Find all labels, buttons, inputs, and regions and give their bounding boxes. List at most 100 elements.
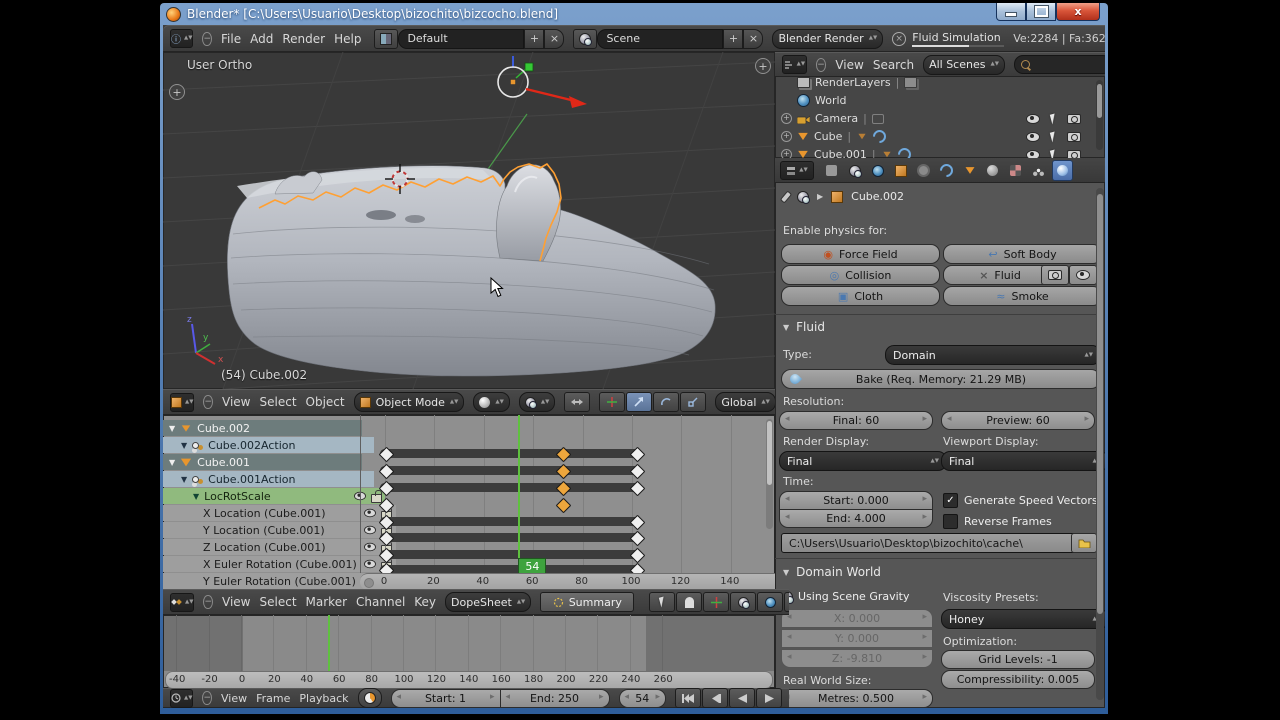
tab-world[interactable]	[868, 161, 887, 180]
keyframe-range-bar[interactable]	[380, 516, 642, 526]
fluid-type-dropdown[interactable]: Domain ▲▼	[885, 345, 1101, 365]
compressibility-slider[interactable]: Compressibility: 0.005	[941, 670, 1095, 689]
menu-select[interactable]: Select	[260, 395, 297, 409]
scene-icon[interactable]	[573, 28, 598, 49]
browse-folder-button[interactable]	[1071, 533, 1097, 553]
metres-slider[interactable]: ◂Metres: 0.500▸	[779, 689, 933, 708]
current-frame-line[interactable]	[328, 615, 331, 671]
selectable-arrow-icon[interactable]	[1049, 131, 1058, 142]
filter-scene-button[interactable]	[730, 592, 757, 612]
mode-dropdown[interactable]: Object Mode ▲▼	[353, 392, 465, 412]
time-start-slider[interactable]: ◂ Start: 0.000 ▸	[779, 491, 933, 510]
channel-group[interactable]: ▼ LocRotScale	[163, 488, 386, 504]
visibility-eye-icon[interactable]	[1026, 113, 1040, 124]
selectable-arrow-icon[interactable]	[1049, 149, 1058, 158]
render-display-dropdown[interactable]: Final ▲▼	[779, 451, 947, 471]
fluid-render-toggle[interactable]	[1041, 265, 1069, 285]
fluid-button[interactable]: × Fluid	[943, 265, 1057, 285]
previous-keyframe-button[interactable]	[702, 688, 728, 708]
keyframe-range-bar[interactable]	[380, 465, 642, 475]
current-frame-field[interactable]: ◂ 54 ▸	[618, 688, 666, 708]
tab-physics[interactable]	[1052, 160, 1073, 181]
collapse-menus-button[interactable]: −	[203, 595, 214, 609]
outliner-scrollbar[interactable]	[1096, 80, 1103, 150]
tab-object[interactable]	[891, 161, 910, 180]
manipulator-rotate-button[interactable]	[653, 392, 680, 412]
orientation-dropdown[interactable]: Global ▲▼	[715, 392, 776, 412]
gravity-y-slider[interactable]: ◂ Y: 0.000 ▸	[781, 629, 933, 648]
visibility-eye-icon[interactable]	[1026, 149, 1040, 158]
channel-action[interactable]: ▼ Cube.002Action	[163, 437, 374, 453]
tab-modifiers[interactable]	[937, 161, 956, 180]
cancel-job-button[interactable]: ×	[892, 31, 907, 46]
timeline-editor[interactable]: -40 -20 0 20 40 60 80 100 120 140 160 180 200 220 240 2…	[163, 615, 775, 688]
gravity-x-slider[interactable]: ◂ X: 0.000 ▸	[781, 609, 933, 628]
renderable-camera-icon[interactable]	[1067, 149, 1081, 158]
dopesheet-scrollbar[interactable]	[766, 419, 773, 529]
menu-search[interactable]: Search	[873, 58, 914, 72]
tab-render[interactable]	[822, 161, 841, 180]
visibility-eye-icon[interactable]	[1026, 131, 1040, 142]
renderable-camera-icon[interactable]	[1067, 113, 1081, 124]
soft-body-button[interactable]: ↩ Soft Body	[943, 244, 1102, 264]
menu-key[interactable]: Key	[414, 595, 436, 609]
filter-world-button[interactable]	[757, 592, 784, 612]
menu-select[interactable]: Select	[260, 595, 297, 609]
render-engine-dropdown[interactable]: Blender Render ▲▼	[772, 28, 884, 49]
record-button[interactable]	[357, 688, 382, 708]
tab-object-data[interactable]	[960, 161, 979, 180]
keyframe-selected[interactable]	[556, 497, 572, 513]
outliner-search-input[interactable]	[1013, 55, 1105, 74]
toolbar-expand-icon[interactable]: +	[169, 84, 185, 100]
expand-icon[interactable]: +	[781, 113, 792, 124]
outliner-item-cube[interactable]: + Cube |	[775, 127, 1095, 146]
tab-constraints[interactable]	[914, 161, 933, 180]
reverse-frames-checkbox[interactable]	[943, 514, 958, 529]
viewport-display-dropdown[interactable]: Final▲▼	[941, 451, 1105, 471]
dopesheet-keyframe-area[interactable]: 54	[360, 415, 775, 578]
time-end-slider[interactable]: ◂ End: 4.000 ▸	[779, 509, 933, 528]
gravity-z-slider[interactable]: ◂ Z: -9.810 ▸	[781, 649, 933, 668]
fluid-visibility-toggle[interactable]	[1069, 265, 1097, 285]
manipulator-button[interactable]	[703, 592, 730, 612]
end-frame-field[interactable]: ◂ End: 250 ▸	[500, 688, 610, 708]
start-frame-field[interactable]: ◂ Start: 1 ▸	[390, 688, 501, 708]
preview-resolution-slider[interactable]: ◂ Preview: 60 ▸	[941, 411, 1095, 430]
outliner-item-cube001[interactable]: + Cube.001 |	[775, 145, 1095, 158]
play-reverse-button[interactable]	[729, 688, 755, 708]
timeline-frame-ruler[interactable]: -40 -20 0 20 40 60 80 100 120 140 160 180 200 220 240 2…	[165, 671, 773, 688]
dopesheet-frame-ruler[interactable]: 0 20 40 60 80 100 120 140	[360, 573, 775, 589]
menu-help[interactable]: Help	[334, 32, 361, 46]
force-field-button[interactable]: ◉ Force Field	[781, 244, 940, 264]
collapse-menus-button[interactable]: −	[202, 31, 213, 46]
delete-layout-button[interactable]: ×	[544, 28, 565, 49]
keyframe-range-bar[interactable]	[380, 549, 642, 559]
dopesheet-mode-dropdown[interactable]: DopeSheet ▲▼	[445, 592, 532, 612]
speed-vectors-checkbox[interactable]: ✓	[943, 493, 958, 508]
menu-playback[interactable]: Playback	[299, 692, 348, 705]
jump-to-start-button[interactable]	[675, 688, 701, 708]
outliner-item-camera[interactable]: + Camera |	[775, 110, 1095, 127]
keyframe-range-bar[interactable]	[380, 532, 642, 542]
outliner-item-world[interactable]: World	[775, 92, 1095, 109]
select-cursor-button[interactable]	[649, 592, 676, 612]
pin-icon[interactable]	[779, 189, 793, 204]
manipulator-axis-button[interactable]	[599, 392, 626, 412]
bake-button[interactable]: Bake (Req. Memory: 21.29 MB)	[781, 369, 1101, 389]
cloth-button[interactable]: ▣ Cloth	[781, 286, 940, 306]
collapse-menus-button[interactable]: −	[815, 57, 827, 72]
channel-object[interactable]: ▼ Cube.001	[163, 454, 362, 470]
keyframe-range-bar[interactable]	[380, 448, 642, 458]
properties-shelf-expand-icon[interactable]: +	[755, 58, 771, 74]
expand-icon[interactable]: +	[781, 131, 792, 142]
fluid-panel-header[interactable]: ▼ Fluid	[783, 320, 825, 334]
collision-button[interactable]: ◎ Collision	[781, 265, 940, 285]
editor-type-button-info[interactable]: ⓘ ▲▼	[170, 29, 194, 48]
cache-path-field[interactable]: C:\Users\Usuario\Desktop\bizochito\cache…	[781, 533, 1085, 553]
scene-field[interactable]: Scene	[597, 28, 724, 49]
summary-toggle[interactable]: Summary	[540, 592, 635, 612]
channel-action[interactable]: ▼ Cube.001Action	[163, 471, 374, 487]
close-button[interactable]: x	[1056, 3, 1100, 21]
menu-file[interactable]: File	[221, 32, 241, 46]
tab-particles[interactable]	[1029, 161, 1048, 180]
